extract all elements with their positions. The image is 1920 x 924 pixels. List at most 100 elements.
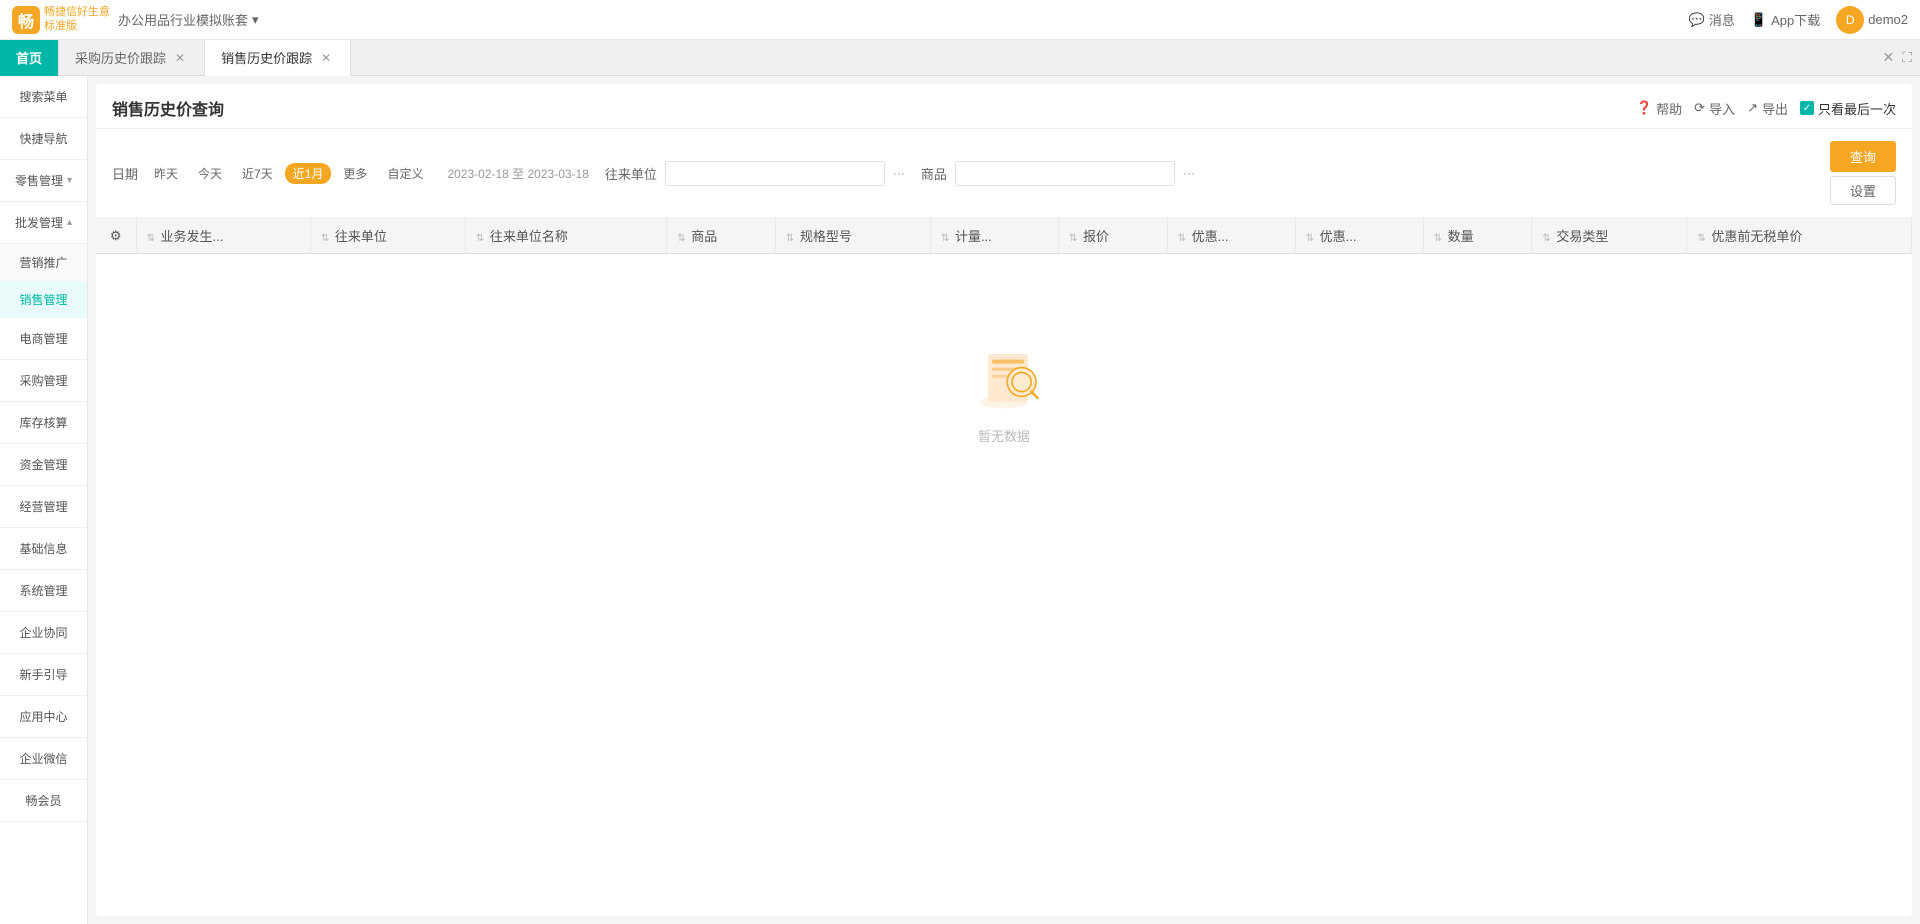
top-header: 畅 畅捷信好生意 标准版 办公用品行业模拟账套 ▾ 💬 消息 📱 App下载 D… [0, 0, 1920, 40]
table-col-unit[interactable]: ⇅ 计量... [930, 218, 1058, 254]
table-col-discount2[interactable]: ⇅ 优惠... [1295, 218, 1423, 254]
sidebar-item-search-menu[interactable]: 搜索菜单 [0, 76, 87, 118]
product-filter-area: 商品 ··· [921, 161, 1195, 186]
user-menu[interactable]: D demo2 [1836, 6, 1908, 34]
date-btn-yesterday[interactable]: 昨天 [146, 163, 186, 184]
date-range-display: 2023-02-18 至 2023-03-18 [447, 165, 588, 182]
sidebar-item-member[interactable]: 畅会员 [0, 780, 87, 822]
sidebar-item-ecom-mgmt[interactable]: 电商管理 [0, 318, 87, 360]
sort-icon-product: ⇅ [677, 233, 685, 244]
table-col-trade-type[interactable]: ⇅ 交易类型 [1532, 218, 1687, 254]
sort-icon-discount2: ⇅ [1306, 233, 1314, 244]
sort-icon-trade-type: ⇅ [1542, 233, 1550, 244]
date-options: 昨天 今天 近7天 近1月 更多 自定义 [146, 163, 431, 184]
table-col-partner-code[interactable]: ⇅ 往来单位 [310, 218, 465, 254]
only-last-checkbox[interactable]: ✓ [1800, 101, 1814, 115]
message-icon: 💬 [1689, 12, 1705, 28]
date-btn-today[interactable]: 今天 [190, 163, 230, 184]
header-left: 畅 畅捷信好生意 标准版 办公用品行业模拟账套 ▾ [12, 6, 259, 34]
table-col-product[interactable]: ⇅ 商品 [667, 218, 776, 254]
table-col-quantity[interactable]: ⇅ 数量 [1423, 218, 1532, 254]
app-name: 畅捷信好生意 标准版 [44, 6, 110, 32]
logo-area: 畅 畅捷信好生意 标准版 [12, 6, 110, 34]
sidebar-item-base-info[interactable]: 基础信息 [0, 528, 87, 570]
content-area: 销售历史价查询 ❓ 帮助 ⟳ 导入 ↗ 导出 ✓ [88, 76, 1920, 924]
chevron-down-icon: ▾ [252, 12, 259, 28]
sidebar-item-sales-mgmt[interactable]: 销售管理 [0, 281, 87, 318]
wholesale-mgmt-label: 批发管理 [15, 214, 63, 231]
sidebar-item-quick-nav[interactable]: 快捷导航 [0, 118, 87, 160]
download-icon: 📱 [1751, 12, 1767, 28]
sidebar: 搜索菜单 快捷导航 零售管理 ▾ 批发管理 ▴ 营销推广 销售管理 电商管理 采… [0, 76, 88, 924]
purchase-history-label: 采购历史价跟踪 [75, 48, 166, 67]
main-layout: 搜索菜单 快捷导航 零售管理 ▾ 批发管理 ▴ 营销推广 销售管理 电商管理 采… [0, 76, 1920, 924]
page-title: 销售历史价查询 [112, 96, 224, 120]
tab-purchase-history[interactable]: 采购历史价跟踪 ✕ [59, 40, 205, 76]
close-all-icon[interactable]: ✕ [1882, 49, 1894, 66]
date-btn-last7days[interactable]: 近7天 [234, 163, 281, 184]
sidebar-item-marketing-promo[interactable]: 营销推广 [0, 244, 87, 281]
settings-button[interactable]: 设置 [1830, 176, 1896, 205]
partner-label: 往来单位 [605, 164, 657, 183]
import-button[interactable]: ⟳ 导入 [1694, 99, 1735, 118]
table-col-settings[interactable]: ⚙ [96, 218, 136, 254]
help-button[interactable]: ❓ 帮助 [1636, 99, 1682, 118]
sidebar-item-finance-mgmt[interactable]: 资金管理 [0, 444, 87, 486]
product-input[interactable] [955, 161, 1175, 186]
search-menu-label: 搜索菜单 [19, 88, 67, 105]
header-right: 💬 消息 📱 App下载 D demo2 [1689, 6, 1908, 34]
date-btn-last1month[interactable]: 近1月 [285, 163, 332, 184]
sidebar-item-ops-mgmt[interactable]: 经营管理 [0, 486, 87, 528]
page-actions: ❓ 帮助 ⟳ 导入 ↗ 导出 ✓ 只看最后一次 [1636, 99, 1896, 118]
tab-home[interactable]: 首页 [0, 40, 59, 76]
table-col-discount1[interactable]: ⇅ 优惠... [1167, 218, 1295, 254]
sidebar-item-wholesale-mgmt[interactable]: 批发管理 ▴ [0, 202, 87, 244]
date-btn-custom[interactable]: 自定义 [379, 163, 431, 184]
empty-state-icon [964, 334, 1044, 414]
sidebar-submenu-wholesale: 营销推广 销售管理 [0, 244, 87, 318]
date-btn-more[interactable]: 更多 [335, 163, 375, 184]
sort-icon-partner-code: ⇅ [321, 233, 329, 244]
table-col-pre-discount-price[interactable]: ⇅ 优惠前无税单价 [1687, 218, 1912, 254]
maximize-icon[interactable]: ⛶ [1902, 49, 1912, 66]
page-container: 销售历史价查询 ❓ 帮助 ⟳ 导入 ↗ 导出 ✓ [96, 84, 1912, 916]
sort-icon-biz-date: ⇅ [147, 233, 155, 244]
avatar: D [1836, 6, 1864, 34]
sidebar-item-app-center[interactable]: 应用中心 [0, 696, 87, 738]
help-icon: ❓ [1636, 100, 1652, 116]
partner-input[interactable] [665, 161, 885, 186]
close-purchase-history-icon[interactable]: ✕ [172, 50, 188, 66]
sidebar-item-retail-mgmt[interactable]: 零售管理 ▾ [0, 160, 87, 202]
export-button[interactable]: ↗ 导出 [1747, 99, 1788, 118]
wholesale-arrow-icon: ▴ [67, 217, 72, 228]
sidebar-item-purchase-mgmt[interactable]: 采购管理 [0, 360, 87, 402]
table-col-biz-date[interactable]: ⇅ 业务发生... [136, 218, 310, 254]
only-last-checkbox-area[interactable]: ✓ 只看最后一次 [1800, 99, 1896, 118]
table-col-quoted-price[interactable]: ⇅ 报价 [1058, 218, 1167, 254]
workspace-selector[interactable]: 办公用品行业模拟账套 ▾ [118, 10, 259, 29]
user-name: demo2 [1868, 12, 1908, 27]
empty-text: 暂无数据 [978, 426, 1030, 445]
sort-icon-quoted-price: ⇅ [1069, 233, 1077, 244]
query-button[interactable]: 查询 [1830, 141, 1896, 172]
table-header: ⚙ ⇅ 业务发生... ⇅ 往来单位 ⇅ 往来单位名称 [96, 218, 1912, 254]
sidebar-item-guide[interactable]: 新手引导 [0, 654, 87, 696]
message-button[interactable]: 💬 消息 [1689, 10, 1735, 29]
table-col-partner-name[interactable]: ⇅ 往来单位名称 [465, 218, 666, 254]
app-download-button[interactable]: 📱 App下载 [1751, 10, 1820, 29]
close-sales-history-icon[interactable]: ✕ [318, 50, 334, 66]
sidebar-item-enterprise[interactable]: 企业协同 [0, 612, 87, 654]
product-more-icon[interactable]: ··· [1183, 166, 1195, 180]
sidebar-item-enterprise-wechat[interactable]: 企业微信 [0, 738, 87, 780]
sort-icon-spec: ⇅ [786, 233, 794, 244]
table-col-spec[interactable]: ⇅ 规格型号 [775, 218, 930, 254]
app-logo-icon: 畅 [12, 6, 40, 34]
date-label: 日期 [112, 164, 138, 183]
sort-icon-pre-discount-price: ⇅ [1697, 233, 1705, 244]
partner-more-icon[interactable]: ··· [893, 166, 905, 180]
sidebar-item-inventory[interactable]: 库存核算 [0, 402, 87, 444]
table-container: ⚙ ⇅ 业务发生... ⇅ 往来单位 ⇅ 往来单位名称 [96, 218, 1912, 916]
tab-sales-history[interactable]: 销售历史价跟踪 ✕ [205, 40, 351, 76]
retail-mgmt-label: 零售管理 [15, 172, 63, 189]
sidebar-item-sys-mgmt[interactable]: 系统管理 [0, 570, 87, 612]
